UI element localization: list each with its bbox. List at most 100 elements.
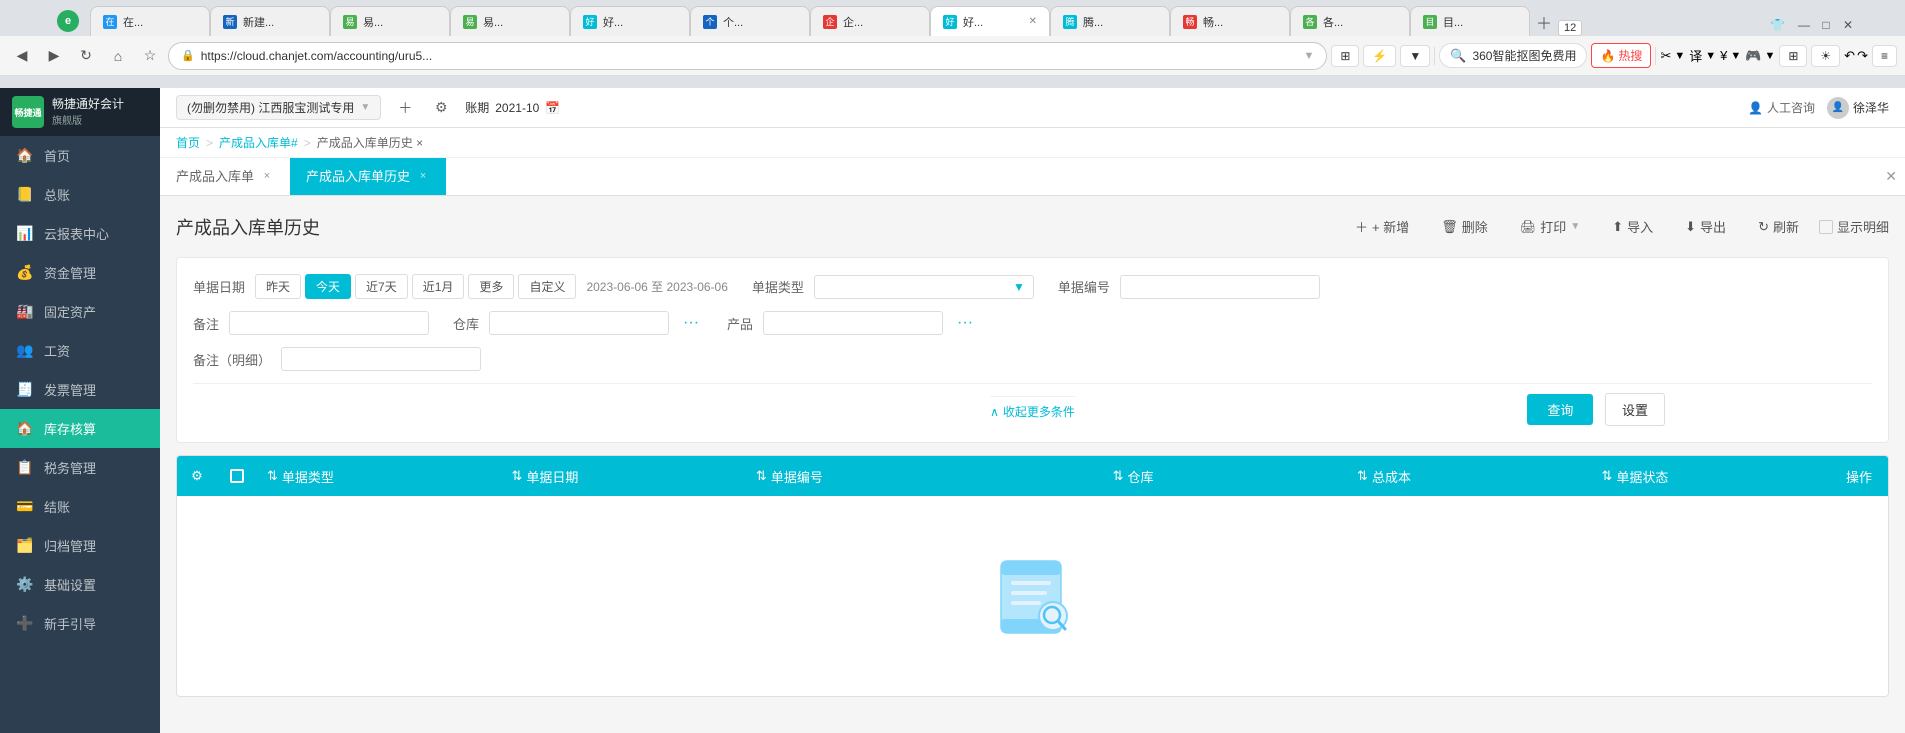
reload-btn[interactable]: ↻ [72,42,100,70]
forward-btn[interactable]: ▶ [40,42,68,70]
delete-btn[interactable]: 🗑 删除 [1429,212,1500,241]
product-filter-dots[interactable]: ··· [953,314,977,332]
sidebar-item-settings[interactable]: ⚙️ 基础设置 [0,565,160,604]
add-company-btn[interactable]: ＋ [393,96,417,120]
detail-remark-input[interactable] [281,347,481,371]
help-btn[interactable]: 👤 人工咨询 [1748,99,1815,116]
minimize-btn[interactable]: — [1797,18,1811,32]
date-btn-custom[interactable]: 自定义 [518,274,576,299]
maximize-btn[interactable]: □ [1819,18,1833,32]
sidebar-item-archive[interactable]: 🗂️ 归档管理 [0,526,160,565]
sidebar-item-invoice[interactable]: 🧾 发票管理 [0,370,160,409]
browser-tab-3[interactable]: 易 易... [330,6,450,36]
select-all-checkbox[interactable] [230,469,244,483]
new-tab-btn[interactable]: ＋ [1530,8,1558,36]
empty-illustration [973,541,1093,651]
more-menu-btn[interactable]: ≡ [1872,45,1897,67]
tab-list-close[interactable]: × [260,169,274,183]
sidebar-item-ledger[interactable]: 📒 总账 [0,175,160,214]
tab-history[interactable]: 产成品入库单历史 × [290,158,446,195]
sidebar-item-fixed[interactable]: 🏭 固定资产 [0,292,160,331]
sidebar-item-funds[interactable]: 💰 资金管理 [0,253,160,292]
date-btn-7days[interactable]: 近7天 [355,274,408,299]
print-btn[interactable]: 🖨 打印 ▼ [1508,212,1592,241]
grid-view-btn[interactable]: ⊞ [1779,45,1807,67]
bookmark-btn[interactable]: ☆ [136,42,164,70]
number-filter-input[interactable] [1120,275,1320,299]
shirt-icon[interactable]: 👕 [1766,14,1789,36]
browser-tab-8[interactable]: 好 好... ✕ [930,6,1050,36]
sidebar-item-home[interactable]: 🏠 首页 [0,136,160,175]
hot-search-btn[interactable]: 🔥 热搜 [1591,43,1651,68]
user-info[interactable]: 👤 徐泽华 [1827,97,1889,119]
browser-tab-6[interactable]: 个 个... [690,6,810,36]
add-btn[interactable]: ＋ + 新增 [1343,212,1421,241]
close-btn[interactable]: ✕ [1841,18,1855,32]
game-tool[interactable]: 🎮▼ [1745,48,1775,64]
th-settings[interactable]: ⚙ [177,468,217,484]
scissors-tool[interactable]: ✂▼ [1660,48,1685,64]
date-btn-today[interactable]: 今天 [305,274,351,299]
money-tool[interactable]: ¥▼ [1720,48,1741,63]
sync-tools[interactable]: ↶↷ [1844,48,1868,64]
breadcrumb-list[interactable]: 产成品入库单# [219,134,298,151]
home-btn[interactable]: ⌂ [104,42,132,70]
browser-tab-10[interactable]: 畅 畅... [1170,6,1290,36]
search-bar[interactable]: 🔍 360智能抠图免费用 [1439,43,1587,68]
sidebar-label-home: 首页 [44,146,144,165]
filter-footer: ∧ 收起更多条件 查询 设置 [193,383,1872,426]
browser-tab-11[interactable]: 各 各... [1290,6,1410,36]
brightness-btn[interactable]: ☀ [1811,45,1840,67]
date-btn-1month[interactable]: 近1月 [412,274,465,299]
th-number[interactable]: ⇅ 单据编号 [746,467,1103,486]
lightning-btn[interactable]: ⚡ [1363,45,1396,67]
show-cols-checkbox[interactable] [1819,220,1833,234]
warehouse-filter-input[interactable] [489,311,669,335]
browser-tab-4[interactable]: 易 易... [450,6,570,36]
settings-btn[interactable]: ⚙ [429,96,453,120]
remark-filter-input[interactable] [229,311,429,335]
sidebar-item-checkout[interactable]: 💳 结账 [0,487,160,526]
collapse-btn[interactable]: ∧ 收起更多条件 [990,396,1075,426]
type-filter-select[interactable]: ▼ [814,275,1034,299]
th-checkbox[interactable] [217,469,257,483]
warehouse-filter-dots[interactable]: ··· [679,314,703,332]
th-cost[interactable]: ⇅ 总成本 [1347,467,1591,486]
sidebar-item-inventory[interactable]: 🏠 库存核算 [0,409,160,448]
extensions-btn[interactable]: ⊞ [1331,45,1359,67]
sidebar-item-guide[interactable]: ➕ 新手引导 [0,604,160,643]
date-btn-yesterday[interactable]: 昨天 [255,274,301,299]
th-date[interactable]: ⇅ 单据日期 [501,467,745,486]
export-btn[interactable]: ⬇ 导出 [1673,212,1738,241]
tab-history-close[interactable]: × [416,169,430,183]
sidebar-item-reports[interactable]: 📊 云报表中心 [0,214,160,253]
th-warehouse[interactable]: ⇅ 仓库 [1103,467,1347,486]
browser-tab-12[interactable]: 目 目... [1410,6,1530,36]
import-btn[interactable]: ⬆ 导入 [1600,212,1665,241]
browser-tab-1[interactable]: 在 在... [90,6,210,36]
calendar-icon[interactable]: 📅 [545,101,560,115]
dropdown-btn[interactable]: ▼ [1400,45,1430,67]
browser-tab-7[interactable]: 企 企... [810,6,930,36]
panel-close-btn[interactable]: ✕ [1885,168,1897,185]
refresh-btn[interactable]: ↻ 刷新 [1746,212,1811,241]
th-status[interactable]: ⇅ 单据状态 [1592,467,1836,486]
browser-tab-9[interactable]: 腾 腾... [1050,6,1170,36]
company-selector[interactable]: (勿删勿禁用) 江西服宝测试专用 ▼ [176,95,381,120]
th-type[interactable]: ⇅ 单据类型 [257,467,501,486]
breadcrumb-home[interactable]: 首页 [176,134,200,151]
query-btn[interactable]: 查询 [1527,394,1593,425]
translate-tool[interactable]: 译▼ [1689,46,1716,65]
product-filter-input[interactable] [763,311,943,335]
address-bar[interactable]: 🔒 https://cloud.chanjet.com/accounting/u… [168,42,1327,70]
tab-list[interactable]: 产成品入库单 × [160,158,290,195]
sidebar-item-tax[interactable]: 📋 税务管理 [0,448,160,487]
sidebar-item-salary[interactable]: 👥 工资 [0,331,160,370]
date-btn-more[interactable]: 更多 [468,274,514,299]
period-value: 2021-10 [495,101,539,115]
browser-tab-5[interactable]: 好 好... [570,6,690,36]
back-btn[interactable]: ◀ [8,42,36,70]
setting-btn[interactable]: 设置 [1605,393,1665,426]
browser-tab-2[interactable]: 新 新建... [210,6,330,36]
tab-close-8[interactable]: ✕ [1029,16,1037,27]
